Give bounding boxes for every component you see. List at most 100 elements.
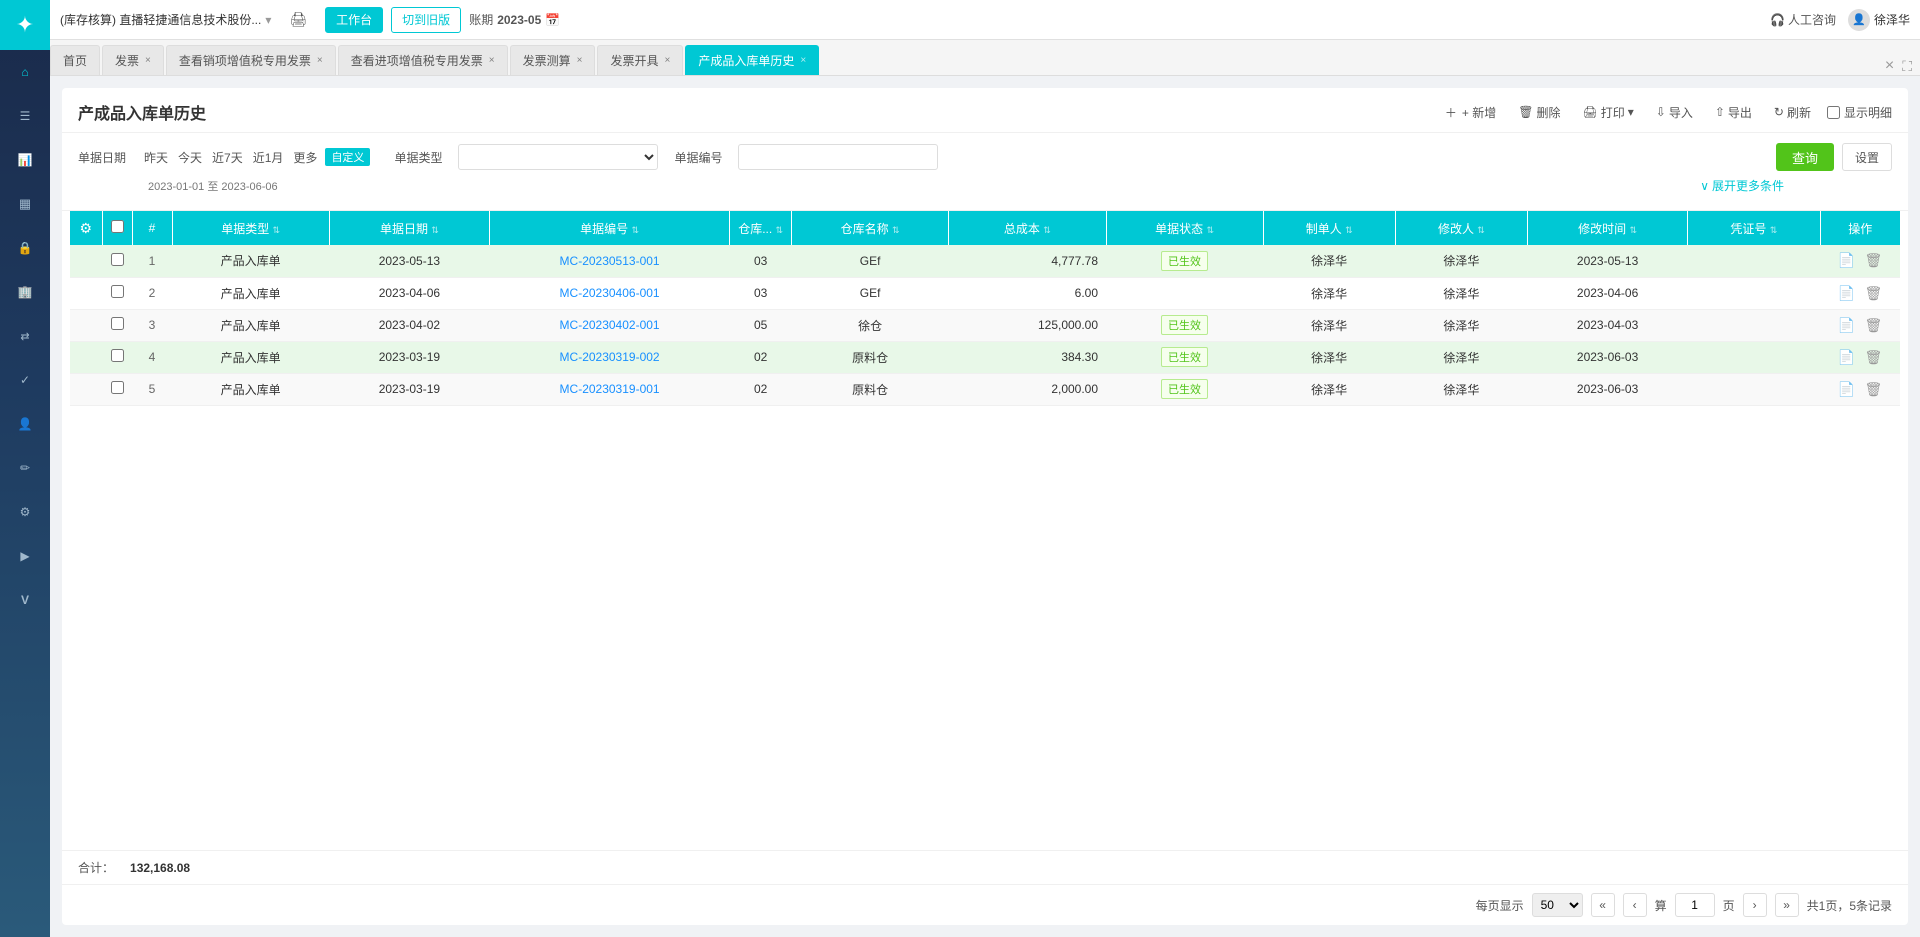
close-tab-invoice-calc[interactable]: × xyxy=(577,55,583,66)
close-tab-icon[interactable]: × xyxy=(1885,57,1894,75)
sidebar-item-user[interactable]: 👤 xyxy=(0,402,50,446)
cell-number[interactable]: MC-20230319-002 xyxy=(489,341,729,373)
type-filter-select[interactable] xyxy=(458,144,658,170)
cell-checkbox[interactable] xyxy=(102,341,132,373)
user-menu[interactable]: 👤 徐泽华 xyxy=(1848,9,1910,31)
tab-check-sales-vat[interactable]: 查看销项增值税专用发票 × xyxy=(166,45,336,75)
tab-invoice-calc[interactable]: 发票测算 × xyxy=(510,45,596,75)
th-creator[interactable]: 制单人 ⇅ xyxy=(1263,211,1395,245)
th-warehouse-name[interactable]: 仓库名称 ⇅ xyxy=(792,211,949,245)
shortcut-custom[interactable]: 自定义 xyxy=(325,148,370,166)
print-icon-btn[interactable]: 🖨 xyxy=(279,7,317,33)
select-all-checkbox[interactable] xyxy=(111,220,124,233)
settings-col-icon[interactable]: ⚙ xyxy=(79,220,92,236)
shortcut-7days[interactable]: 近7天 xyxy=(210,148,245,167)
cell-number[interactable]: MC-20230406-001 xyxy=(489,277,729,309)
switch-version-btn[interactable]: 切到旧版 xyxy=(391,7,461,33)
expand-more-btn[interactable]: ∨ 展开更多条件 xyxy=(1700,177,1784,194)
edit-row-btn[interactable]: 📄 xyxy=(1835,285,1858,301)
cell-checkbox[interactable] xyxy=(102,245,132,277)
sidebar-item-transfer[interactable]: ⇄ xyxy=(0,314,50,358)
th-status[interactable]: 单据状态 ⇅ xyxy=(1106,211,1263,245)
edit-row-btn[interactable]: 📄 xyxy=(1835,317,1858,333)
show-detail-input[interactable] xyxy=(1827,106,1840,119)
sidebar-item-settings[interactable]: ⚙ xyxy=(0,490,50,534)
number-link[interactable]: MC-20230406-001 xyxy=(560,286,660,300)
tab-invoice-open[interactable]: 发票开具 × xyxy=(597,45,683,75)
shortcut-more[interactable]: 更多 xyxy=(291,148,319,167)
sidebar-item-version[interactable]: V xyxy=(0,578,50,622)
row-checkbox[interactable] xyxy=(111,381,124,394)
per-page-select[interactable]: 50 100 200 xyxy=(1532,893,1583,917)
shortcut-1month[interactable]: 近1月 xyxy=(251,148,286,167)
workspace-btn[interactable]: 工作台 xyxy=(325,7,383,33)
cell-number[interactable]: MC-20230513-001 xyxy=(489,245,729,277)
chevron-down-icon[interactable]: ▾ xyxy=(265,13,271,27)
tab-check-purchase-vat[interactable]: 查看进项增值税专用发票 × xyxy=(338,45,508,75)
row-checkbox[interactable] xyxy=(111,253,124,266)
query-btn[interactable]: 查询 xyxy=(1776,143,1834,171)
sidebar-item-home[interactable]: ⌂ xyxy=(0,50,50,94)
delete-row-btn[interactable]: 🗑 xyxy=(1862,285,1886,301)
maximize-icon[interactable]: ⛶ xyxy=(1902,58,1912,75)
cell-checkbox[interactable] xyxy=(102,373,132,405)
reset-btn[interactable]: 设置 xyxy=(1842,143,1892,171)
import-btn[interactable]: ⇩ 导入 xyxy=(1650,101,1699,124)
tab-home[interactable]: 首页 xyxy=(50,45,100,75)
number-link[interactable]: MC-20230402-001 xyxy=(560,318,660,332)
sidebar-item-inventory[interactable]: ▦ xyxy=(0,182,50,226)
th-warehouse-code[interactable]: 仓库... ⇅ xyxy=(730,211,792,245)
next-page-btn[interactable]: › xyxy=(1743,893,1767,917)
delete-row-btn[interactable]: 🗑 xyxy=(1862,381,1886,397)
close-tab-product-instock[interactable]: × xyxy=(800,55,806,66)
delete-row-btn[interactable]: 🗑 xyxy=(1862,252,1886,268)
th-settings[interactable]: ⚙ xyxy=(70,211,102,245)
number-link[interactable]: MC-20230319-002 xyxy=(560,350,660,364)
assistant-btn[interactable]: 🎧 人工咨询 xyxy=(1770,11,1836,28)
tab-product-instock[interactable]: 产成品入库单历史 × xyxy=(685,45,819,75)
export-btn[interactable]: ⇧ 导出 xyxy=(1709,101,1758,124)
th-voucher[interactable]: 凭证号 ⇅ xyxy=(1688,211,1820,245)
th-type[interactable]: 单据类型 ⇅ xyxy=(172,211,329,245)
cell-number[interactable]: MC-20230319-001 xyxy=(489,373,729,405)
prev-page-btn[interactable]: ‹ xyxy=(1623,893,1647,917)
sidebar-item-doc[interactable]: ☰ xyxy=(0,94,50,138)
sidebar-item-edit[interactable]: ✏ xyxy=(0,446,50,490)
first-page-btn[interactable]: « xyxy=(1591,893,1615,917)
refresh-btn[interactable]: ↻ 刷新 xyxy=(1768,101,1817,124)
tab-invoice[interactable]: 发票 × xyxy=(102,45,164,75)
sidebar-item-chart[interactable]: 📊 xyxy=(0,138,50,182)
close-tab-invoice-open[interactable]: × xyxy=(664,55,670,66)
th-modify-time[interactable]: 修改时间 ⇅ xyxy=(1528,211,1688,245)
print-btn[interactable]: 🖨 打印 ▾ xyxy=(1576,101,1639,124)
cell-checkbox[interactable] xyxy=(102,309,132,341)
number-link[interactable]: MC-20230513-001 xyxy=(560,254,660,268)
close-tab-invoice[interactable]: × xyxy=(145,55,151,66)
close-tab-sales-vat[interactable]: × xyxy=(317,55,323,66)
delete-btn[interactable]: 🗑 删除 xyxy=(1512,101,1566,124)
number-filter-input[interactable] xyxy=(738,144,938,170)
page-number-input[interactable] xyxy=(1675,893,1715,917)
th-number[interactable]: 单据编号 ⇅ xyxy=(489,211,729,245)
shortcut-today[interactable]: 今天 xyxy=(176,148,204,167)
shortcut-yesterday[interactable]: 昨天 xyxy=(142,148,170,167)
number-link[interactable]: MC-20230319-001 xyxy=(560,382,660,396)
edit-row-btn[interactable]: 📄 xyxy=(1835,252,1858,268)
sidebar-item-task[interactable]: ✓ xyxy=(0,358,50,402)
row-checkbox[interactable] xyxy=(111,317,124,330)
sidebar-item-lock[interactable]: 🔒 xyxy=(0,226,50,270)
delete-row-btn[interactable]: 🗑 xyxy=(1862,317,1886,333)
close-tab-purchase-vat[interactable]: × xyxy=(489,55,495,66)
sidebar-item-play[interactable]: ▶ xyxy=(0,534,50,578)
new-btn[interactable]: ＋ + 新增 xyxy=(1439,101,1502,124)
edit-row-btn[interactable]: 📄 xyxy=(1835,349,1858,365)
th-checkbox[interactable] xyxy=(102,211,132,245)
th-total-cost[interactable]: 总成本 ⇅ xyxy=(949,211,1106,245)
th-date[interactable]: 单据日期 ⇅ xyxy=(329,211,489,245)
last-page-btn[interactable]: » xyxy=(1775,893,1799,917)
row-checkbox[interactable] xyxy=(111,285,124,298)
calendar-icon[interactable]: 📅 xyxy=(545,13,560,27)
cell-checkbox[interactable] xyxy=(102,277,132,309)
cell-number[interactable]: MC-20230402-001 xyxy=(489,309,729,341)
row-checkbox[interactable] xyxy=(111,349,124,362)
